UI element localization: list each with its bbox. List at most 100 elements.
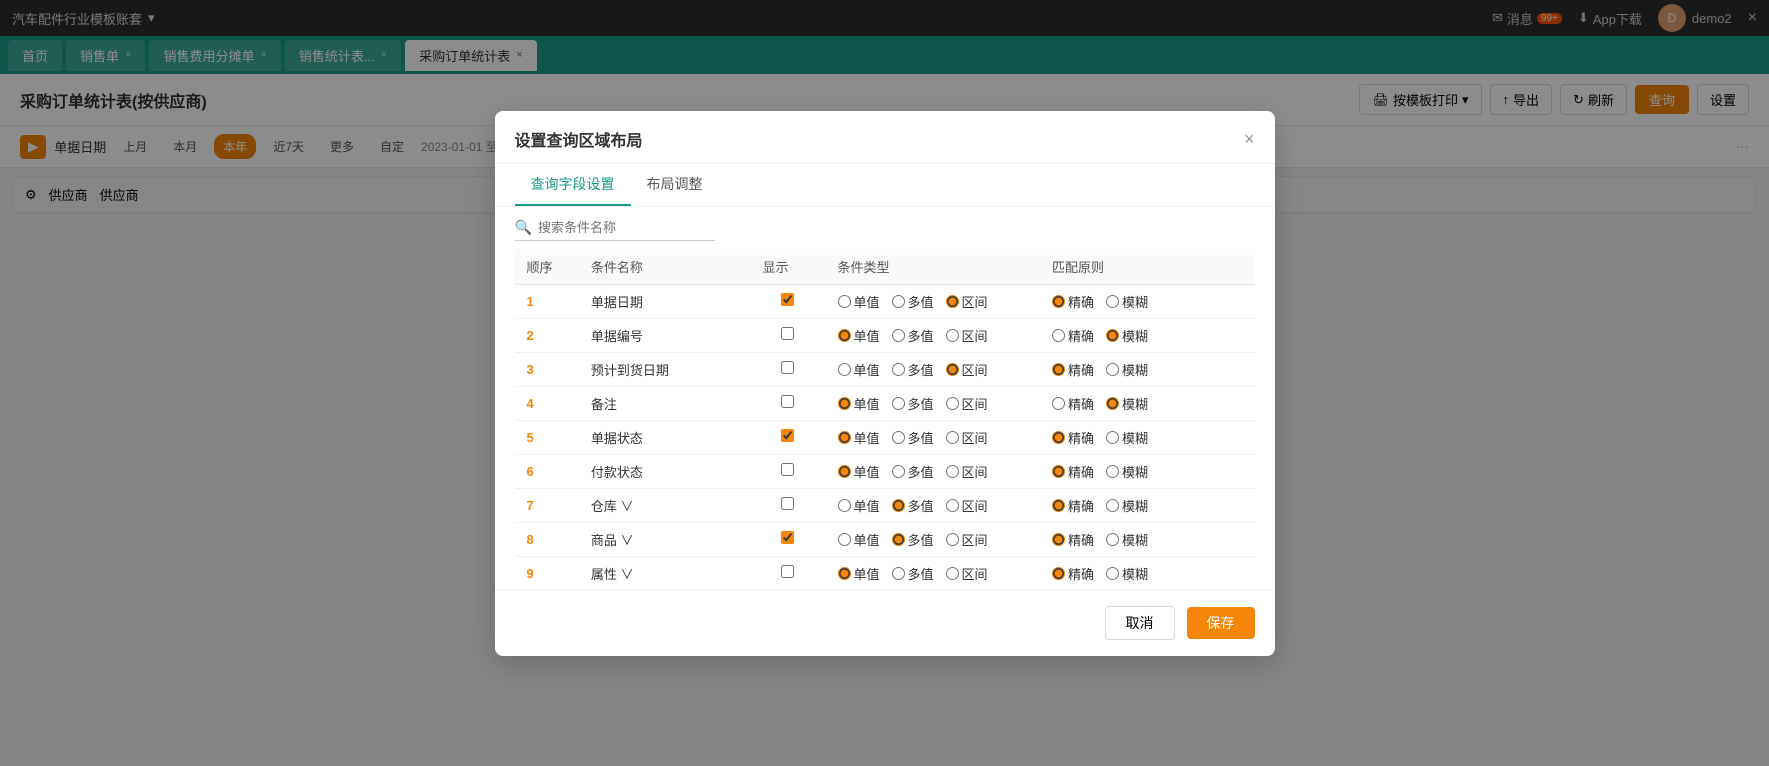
match-option[interactable]: 精确 bbox=[1052, 564, 1094, 583]
match-option[interactable]: 精确 bbox=[1052, 292, 1094, 311]
row-match: 精确模糊 bbox=[1040, 386, 1255, 420]
table-row: 9属性 ∨单值多值区间精确模糊 bbox=[515, 556, 1255, 589]
dialog-close-button[interactable]: × bbox=[1244, 130, 1255, 148]
row-show bbox=[750, 352, 825, 386]
row-name: 仓库 ∨ bbox=[579, 488, 751, 522]
th-match: 匹配原则 bbox=[1040, 249, 1255, 285]
type-option[interactable]: 多值 bbox=[892, 496, 934, 515]
type-option[interactable]: 单值 bbox=[838, 496, 880, 515]
show-checkbox[interactable] bbox=[781, 327, 794, 340]
type-option[interactable]: 多值 bbox=[892, 360, 934, 379]
dialog-tab-bar: 查询字段设置 布局调整 bbox=[495, 164, 1275, 207]
show-checkbox[interactable] bbox=[781, 497, 794, 510]
row-show bbox=[750, 522, 825, 556]
match-option[interactable]: 模糊 bbox=[1106, 428, 1148, 447]
type-option[interactable]: 区间 bbox=[946, 428, 988, 447]
show-checkbox[interactable] bbox=[781, 429, 794, 442]
row-name: 属性 ∨ bbox=[579, 556, 751, 589]
row-match: 精确模糊 bbox=[1040, 352, 1255, 386]
search-input[interactable] bbox=[538, 220, 698, 235]
row-show bbox=[750, 420, 825, 454]
type-option[interactable]: 多值 bbox=[892, 564, 934, 583]
row-show bbox=[750, 318, 825, 352]
type-option[interactable]: 多值 bbox=[892, 292, 934, 311]
match-option[interactable]: 模糊 bbox=[1106, 530, 1148, 549]
row-type: 单值多值区间 bbox=[826, 488, 1040, 522]
show-checkbox[interactable] bbox=[781, 293, 794, 306]
table-row: 6付款状态单值多值区间精确模糊 bbox=[515, 454, 1255, 488]
type-option[interactable]: 单值 bbox=[838, 428, 880, 447]
row-type: 单值多值区间 bbox=[826, 556, 1040, 589]
match-option[interactable]: 模糊 bbox=[1106, 394, 1148, 413]
show-checkbox[interactable] bbox=[781, 565, 794, 578]
type-option[interactable]: 单值 bbox=[838, 292, 880, 311]
type-option[interactable]: 单值 bbox=[838, 394, 880, 413]
row-match: 精确模糊 bbox=[1040, 454, 1255, 488]
row-type: 单值多值区间 bbox=[826, 352, 1040, 386]
match-option[interactable]: 模糊 bbox=[1106, 564, 1148, 583]
show-checkbox[interactable] bbox=[781, 531, 794, 544]
match-option[interactable]: 模糊 bbox=[1106, 462, 1148, 481]
row-type: 单值多值区间 bbox=[826, 522, 1040, 556]
type-option[interactable]: 多值 bbox=[892, 428, 934, 447]
row-order: 8 bbox=[515, 522, 579, 556]
row-type: 单值多值区间 bbox=[826, 386, 1040, 420]
type-option[interactable]: 区间 bbox=[946, 360, 988, 379]
th-show: 显示 bbox=[750, 249, 825, 285]
show-checkbox[interactable] bbox=[781, 395, 794, 408]
type-option[interactable]: 区间 bbox=[946, 462, 988, 481]
type-option[interactable]: 多值 bbox=[892, 462, 934, 481]
row-name: 预计到货日期 bbox=[579, 352, 751, 386]
match-option[interactable]: 精确 bbox=[1052, 394, 1094, 413]
show-checkbox[interactable] bbox=[781, 463, 794, 476]
type-option[interactable]: 区间 bbox=[946, 564, 988, 583]
cancel-button[interactable]: 取消 bbox=[1105, 606, 1175, 640]
th-order: 顺序 bbox=[515, 249, 579, 285]
row-order: 9 bbox=[515, 556, 579, 589]
tab-query-fields[interactable]: 查询字段设置 bbox=[515, 164, 631, 206]
row-match: 精确模糊 bbox=[1040, 284, 1255, 318]
type-option[interactable]: 单值 bbox=[838, 564, 880, 583]
table-row: 2单据编号单值多值区间精确模糊 bbox=[515, 318, 1255, 352]
match-option[interactable]: 模糊 bbox=[1106, 326, 1148, 345]
show-checkbox[interactable] bbox=[781, 361, 794, 374]
search-bar: 🔍 bbox=[495, 207, 1275, 249]
row-name: 单据日期 bbox=[579, 284, 751, 318]
table-row: 7仓库 ∨单值多值区间精确模糊 bbox=[515, 488, 1255, 522]
row-show bbox=[750, 488, 825, 522]
match-option[interactable]: 精确 bbox=[1052, 428, 1094, 447]
type-option[interactable]: 多值 bbox=[892, 326, 934, 345]
type-option[interactable]: 区间 bbox=[946, 496, 988, 515]
row-match: 精确模糊 bbox=[1040, 522, 1255, 556]
match-option[interactable]: 精确 bbox=[1052, 530, 1094, 549]
type-option[interactable]: 多值 bbox=[892, 530, 934, 549]
table-body: 1单据日期单值多值区间精确模糊2单据编号单值多值区间精确模糊3预计到货日期单值多… bbox=[515, 284, 1255, 589]
type-option[interactable]: 单值 bbox=[838, 360, 880, 379]
row-type: 单值多值区间 bbox=[826, 420, 1040, 454]
conditions-table: 顺序 条件名称 显示 条件类型 匹配原则 1单据日期单值多值区间精确模糊2单据编… bbox=[515, 249, 1255, 589]
row-match: 精确模糊 bbox=[1040, 318, 1255, 352]
type-option[interactable]: 区间 bbox=[946, 292, 988, 311]
match-option[interactable]: 模糊 bbox=[1106, 496, 1148, 515]
match-option[interactable]: 精确 bbox=[1052, 360, 1094, 379]
row-type: 单值多值区间 bbox=[826, 318, 1040, 352]
table-row: 3预计到货日期单值多值区间精确模糊 bbox=[515, 352, 1255, 386]
type-option[interactable]: 多值 bbox=[892, 394, 934, 413]
type-option[interactable]: 区间 bbox=[946, 326, 988, 345]
match-option[interactable]: 模糊 bbox=[1106, 292, 1148, 311]
match-option[interactable]: 精确 bbox=[1052, 462, 1094, 481]
tab-layout-adjust[interactable]: 布局调整 bbox=[631, 164, 719, 206]
type-option[interactable]: 区间 bbox=[946, 530, 988, 549]
row-name: 备注 bbox=[579, 386, 751, 420]
type-option[interactable]: 单值 bbox=[838, 462, 880, 481]
row-match: 精确模糊 bbox=[1040, 556, 1255, 589]
match-option[interactable]: 精确 bbox=[1052, 496, 1094, 515]
save-button[interactable]: 保存 bbox=[1187, 607, 1255, 639]
type-option[interactable]: 区间 bbox=[946, 394, 988, 413]
conditions-table-container: 顺序 条件名称 显示 条件类型 匹配原则 1单据日期单值多值区间精确模糊2单据编… bbox=[495, 249, 1275, 589]
row-type: 单值多值区间 bbox=[826, 454, 1040, 488]
type-option[interactable]: 单值 bbox=[838, 530, 880, 549]
match-option[interactable]: 精确 bbox=[1052, 326, 1094, 345]
match-option[interactable]: 模糊 bbox=[1106, 360, 1148, 379]
type-option[interactable]: 单值 bbox=[838, 326, 880, 345]
